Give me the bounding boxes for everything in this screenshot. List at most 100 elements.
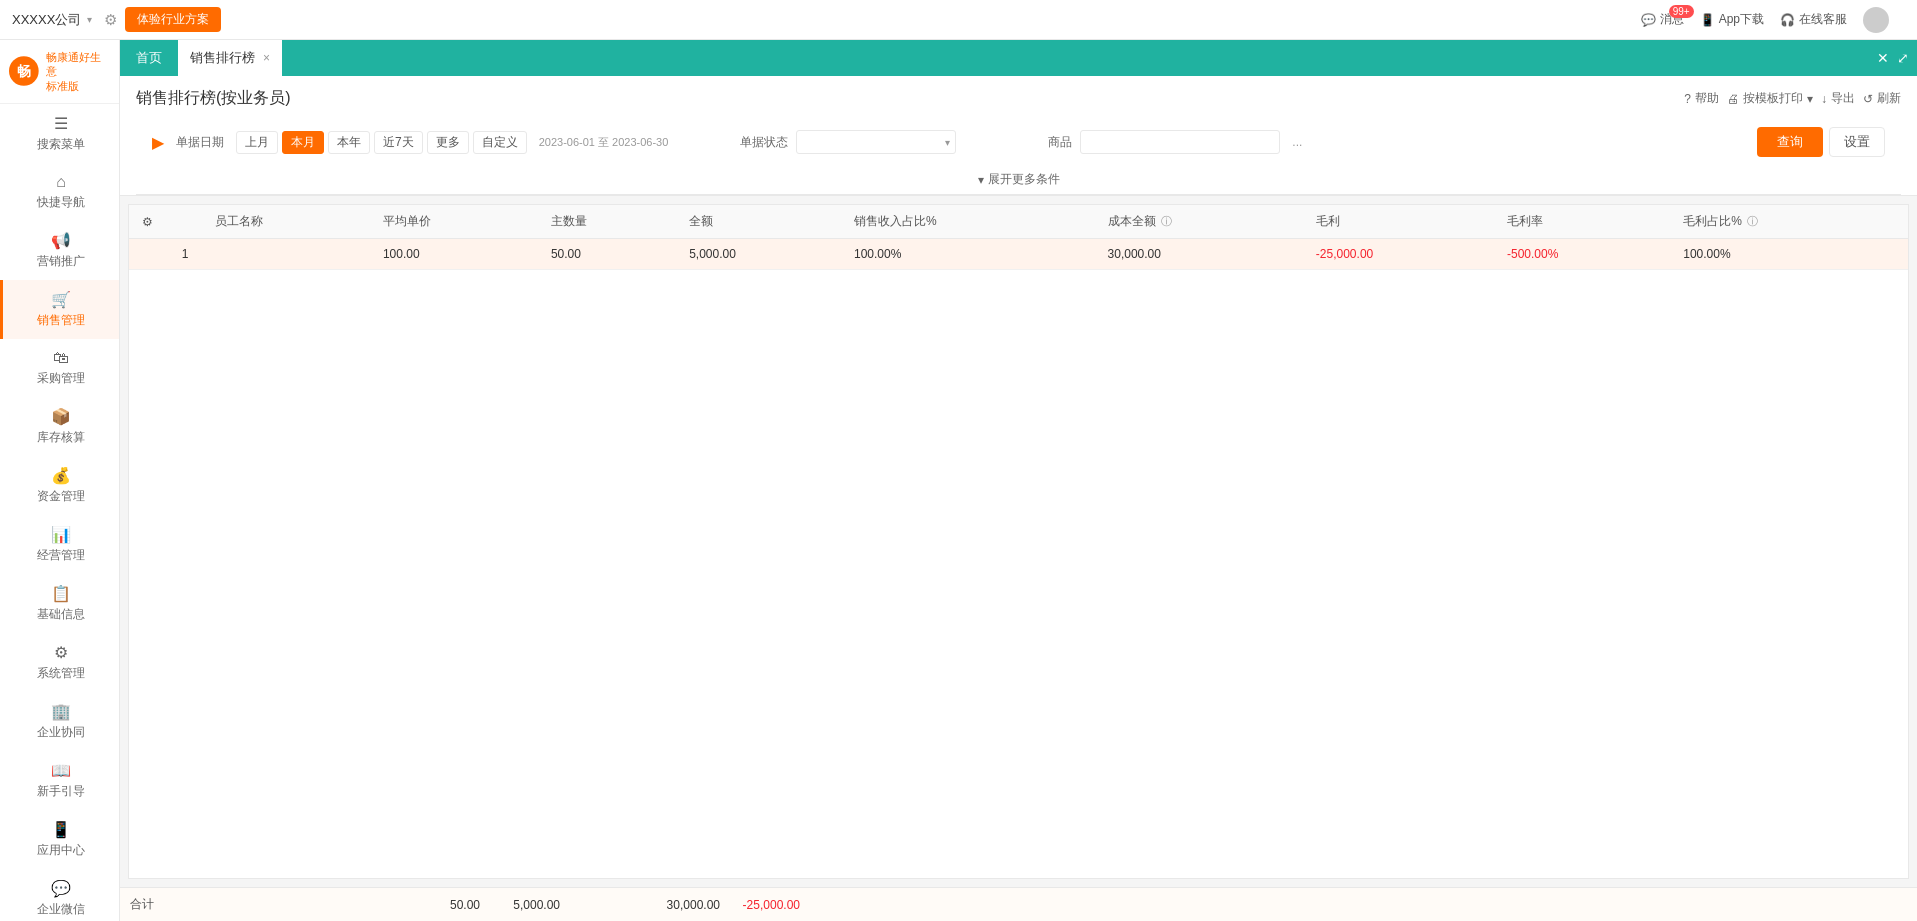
expand-chevron-icon: ▾: [978, 173, 984, 187]
expand-arrow-icon[interactable]: ▶: [152, 133, 164, 152]
sidebar-item-sales[interactable]: 🛒 销售管理: [0, 280, 119, 339]
tab-close-window-icon[interactable]: ✕: [1877, 50, 1889, 66]
sidebar-item-operations[interactable]: 📊 经营管理: [0, 515, 119, 574]
enterprise-icon: 🏢: [51, 702, 71, 721]
footer-amount: 5,000.00: [490, 898, 570, 912]
app-label: App下载: [1719, 11, 1764, 28]
sidebar-logo: 畅 畅康通好生意 标准版: [0, 40, 119, 104]
goods-filter-label: 商品: [1048, 134, 1072, 151]
sidebar-item-label: 基础信息: [37, 606, 85, 623]
sidebar-item-label: 搜索菜单: [37, 136, 85, 153]
tab-close-icon[interactable]: ×: [263, 51, 270, 65]
print-icon: 🖨: [1727, 92, 1739, 106]
expand-more-button[interactable]: ▾ 展开更多条件: [978, 171, 1060, 188]
sidebar-item-wechat[interactable]: 💬 企业微信: [0, 869, 119, 921]
tab-label: 销售排行榜: [190, 49, 255, 67]
col-sales-pct: 销售收入占比%: [844, 205, 1098, 239]
sidebar: 畅 畅康通好生意 标准版 ☰ 搜索菜单 ⌂ 快捷导航 📢 营销推广 🛒 销售管理…: [0, 40, 120, 921]
sidebar-item-label: 采购管理: [37, 370, 85, 387]
cell-rank: 1: [165, 239, 205, 270]
sidebar-item-quick-nav[interactable]: ⌂ 快捷导航: [0, 163, 119, 221]
ranking-table: ⚙ 员工名称 平均单价 主数量 全额 销售收入占比% 成本全额 ⓘ 毛利 毛利率…: [129, 205, 1908, 270]
system-icon: ⚙: [54, 643, 68, 662]
settings-button[interactable]: 设置: [1829, 127, 1885, 157]
company-settings-icon[interactable]: ⚙: [104, 11, 117, 29]
date-btn-this-year[interactable]: 本年: [328, 131, 370, 154]
tab-sales-ranking[interactable]: 销售排行榜 ×: [178, 40, 282, 76]
message-icon: 💬: [1641, 13, 1656, 27]
date-range-display: 2023-06-01 至 2023-06-30: [539, 135, 669, 150]
sidebar-item-purchase[interactable]: 🛍 采购管理: [0, 339, 119, 397]
date-btn-more[interactable]: 更多: [427, 131, 469, 154]
col-cost: 成本全额 ⓘ: [1098, 205, 1306, 239]
app-download-button[interactable]: 📱 App下载: [1700, 11, 1764, 28]
cell-cost: 30,000.00: [1098, 239, 1306, 270]
sidebar-item-label: 销售管理: [37, 312, 85, 329]
export-icon: ↓: [1821, 92, 1827, 106]
cost-info-icon[interactable]: ⓘ: [1161, 215, 1172, 227]
filter-more-icon[interactable]: ...: [1292, 135, 1302, 149]
message-button[interactable]: 💬 消息 99+: [1641, 11, 1684, 28]
tab-bar-actions: ✕ ⤢: [1877, 50, 1917, 66]
col-qty: 主数量: [541, 205, 679, 239]
date-btn-last-month[interactable]: 上月: [236, 131, 278, 154]
goods-filter-input[interactable]: [1080, 130, 1280, 154]
sidebar-item-system[interactable]: ⚙ 系统管理: [0, 633, 119, 692]
sidebar-item-finance[interactable]: 💰 资金管理: [0, 456, 119, 515]
online-service-button[interactable]: 🎧 在线客服: [1780, 11, 1847, 28]
page-title-row: 销售排行榜(按业务员) ? 帮助 🖨 按模板打印 ▾ ↓: [136, 88, 1901, 109]
tab-maximize-icon[interactable]: ⤢: [1897, 50, 1909, 66]
expand-more-row: ▾ 展开更多条件: [136, 165, 1901, 195]
print-button[interactable]: 🖨 按模板打印 ▾: [1727, 90, 1813, 107]
guide-icon: 📖: [51, 761, 71, 780]
sidebar-item-marketing[interactable]: 📢 营销推广: [0, 221, 119, 280]
sidebar-item-search-order[interactable]: ☰ 搜索菜单: [0, 104, 119, 163]
sidebar-item-label: 营销推广: [37, 253, 85, 270]
sidebar-item-inventory[interactable]: 📦 库存核算: [0, 397, 119, 456]
inventory-icon: 📦: [51, 407, 71, 426]
sidebar-item-guide[interactable]: 📖 新手引导: [0, 751, 119, 810]
service-icon: 🎧: [1780, 13, 1795, 27]
tab-bar: 首页 销售排行榜 × ✕ ⤢: [120, 40, 1917, 76]
refresh-button[interactable]: ↺ 刷新: [1863, 90, 1901, 107]
sidebar-item-app-center[interactable]: 📱 应用中心: [0, 810, 119, 869]
cell-setting: [129, 239, 165, 270]
page-content: 销售排行榜(按业务员) ? 帮助 🖨 按模板打印 ▾ ↓: [120, 76, 1917, 921]
help-icon: ?: [1684, 92, 1691, 106]
cell-qty: 50.00: [541, 239, 679, 270]
tab-home[interactable]: 首页: [120, 40, 178, 76]
filter-actions: 查询 设置: [1757, 127, 1885, 157]
purchase-icon: 🛍: [53, 349, 69, 367]
sidebar-item-label: 企业微信: [37, 901, 85, 918]
cell-gross-rate: -500.00%: [1497, 239, 1673, 270]
footer-gross: -25,000.00: [730, 898, 810, 912]
sidebar-item-basic-info[interactable]: 📋 基础信息: [0, 574, 119, 633]
col-amount: 全额: [679, 205, 844, 239]
sidebar-item-label: 库存核算: [37, 429, 85, 446]
date-btn-7days[interactable]: 近7天: [374, 131, 423, 154]
trial-button[interactable]: 体验行业方案: [125, 7, 221, 32]
refresh-icon: ↺: [1863, 92, 1873, 106]
col-gross: 毛利: [1306, 205, 1497, 239]
avatar[interactable]: [1863, 7, 1889, 33]
table-area: ⚙ 员工名称 平均单价 主数量 全额 销售收入占比% 成本全额 ⓘ 毛利 毛利率…: [128, 204, 1909, 879]
app-center-icon: 📱: [51, 820, 71, 839]
date-filter-label: 单据日期: [176, 134, 224, 151]
status-filter-label: 单据状态: [740, 134, 788, 151]
query-button[interactable]: 查询: [1757, 127, 1823, 157]
date-btn-this-month[interactable]: 本月: [282, 131, 324, 154]
app-icon: 📱: [1700, 13, 1715, 27]
wechat-icon: 💬: [51, 879, 71, 898]
company-selector[interactable]: XXXXX公司 ▾: [12, 11, 92, 29]
filter-row: ▶ 单据日期 上月 本月 本年 近7天 更多 自定义 2023-06-01 至 …: [136, 119, 1901, 165]
export-button[interactable]: ↓ 导出: [1821, 90, 1855, 107]
quick-nav-icon: ⌂: [56, 173, 66, 191]
date-btn-custom[interactable]: 自定义: [473, 131, 527, 154]
sidebar-item-enterprise[interactable]: 🏢 企业协同: [0, 692, 119, 751]
help-button[interactable]: ? 帮助: [1684, 90, 1719, 107]
col-setting[interactable]: ⚙: [129, 205, 165, 239]
sidebar-item-label: 资金管理: [37, 488, 85, 505]
gross-pct-info-icon[interactable]: ⓘ: [1747, 215, 1758, 227]
status-select[interactable]: [796, 130, 956, 154]
sidebar-item-label: 系统管理: [37, 665, 85, 682]
